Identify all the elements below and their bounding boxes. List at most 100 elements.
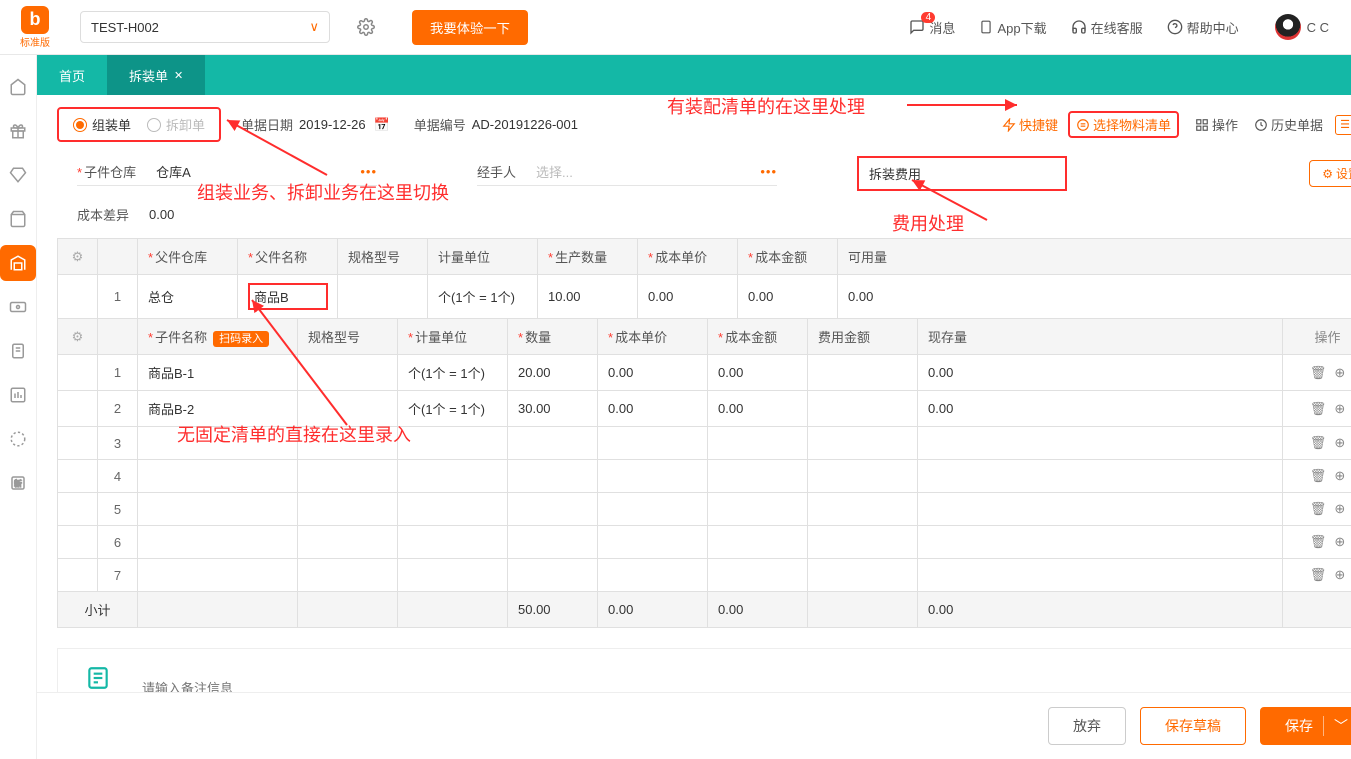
tab-strip: 首页 拆装单 ✕ ✕ (37, 55, 1351, 95)
scan-button[interactable]: 扫码录入 (213, 331, 269, 347)
headset-icon (1071, 19, 1087, 35)
copy-icon[interactable]: ⊕ (1334, 435, 1345, 450)
phone-icon (979, 19, 993, 35)
copy-icon[interactable]: ⊕ (1334, 365, 1345, 380)
user-menu[interactable]: C C (1275, 14, 1329, 40)
copy-icon[interactable]: ⊕ (1334, 567, 1345, 582)
experience-button[interactable]: 我要体验一下 (412, 10, 528, 45)
remark-block: 备注信息 (57, 648, 1351, 692)
avatar (1275, 14, 1301, 40)
nav-diamond-icon[interactable] (0, 157, 36, 193)
settings-icon[interactable] (350, 11, 382, 43)
radio-assemble[interactable]: 组装单 (73, 115, 131, 134)
table-row[interactable]: 1 商品B-1 个(1个 = 1个) 20.00 0.00 0.00 0.00 … (58, 355, 1351, 391)
messages-button[interactable]: 4 消息 (909, 18, 955, 37)
doc-type-radio-group: 组装单 拆卸单 (57, 107, 221, 142)
discard-button[interactable]: 放弃 (1048, 707, 1126, 745)
nav-gift-icon[interactable] (0, 113, 36, 149)
customer-service-button[interactable]: 在线客服 (1071, 18, 1143, 37)
footer: 放弃 保存草稿 保存 ﹀ (37, 692, 1351, 759)
svg-text:新: 新 (14, 478, 22, 488)
handler-field[interactable]: 经手人 选择... ••• (477, 162, 777, 186)
nav-money-icon[interactable] (0, 289, 36, 325)
gear-icon[interactable]: ⚙ (58, 319, 98, 355)
doc-date-value[interactable]: 2019-12-26 (299, 117, 366, 132)
history-icon (1254, 118, 1268, 132)
label-cost-diff: 成本差异 (77, 205, 129, 224)
nav-clipboard-icon[interactable] (0, 333, 36, 369)
history-button[interactable]: 历史单据 (1254, 115, 1323, 134)
delete-icon[interactable]: 🗑 (1310, 534, 1327, 549)
nav-sync-icon[interactable] (0, 421, 36, 457)
chevron-down-icon: ∨ (309, 19, 319, 35)
copy-icon[interactable]: ⊕ (1334, 501, 1345, 516)
table-row[interactable]: 1 总仓 商品B 个(1个 = 1个) 10.00 0.00 0.00 0.00 (58, 275, 1351, 319)
org-value: TEST-H002 (91, 20, 159, 35)
label-doc-no: 单据编号 (414, 115, 466, 134)
message-badge: 4 (921, 12, 935, 23)
table-row[interactable]: 5 🗑⊕ (58, 493, 1351, 526)
table-row[interactable]: 7 🗑⊕ (58, 559, 1351, 592)
child-table: ⚙ 子件名称扫码录入 规格型号 计量单位 数量 成本单价 成本金额 费用金额 现… (57, 318, 1351, 628)
grid-icon (1195, 118, 1209, 132)
chevron-down-icon[interactable]: ﹀ (1323, 716, 1348, 736)
table-row[interactable]: 3 🗑⊕ (58, 427, 1351, 460)
doc-no-value: AD-20191226-001 (472, 117, 578, 132)
logo[interactable]: b 标准版 (10, 6, 60, 49)
lightning-icon (1002, 118, 1016, 132)
tab-home[interactable]: 首页 (37, 55, 107, 95)
table-row[interactable]: 6 🗑⊕ (58, 526, 1351, 559)
delete-icon[interactable]: 🗑 (1310, 401, 1327, 416)
org-select[interactable]: TEST-H002 ∨ (80, 11, 330, 43)
child-wh-value: 仓库A (156, 162, 191, 181)
cost-diff-value: 0.00 (149, 207, 174, 222)
nav-home-icon[interactable] (0, 69, 36, 105)
more-icon[interactable]: ••• (360, 164, 377, 179)
gear-icon[interactable]: ⚙ (58, 239, 98, 275)
label-handler: 经手人 (477, 162, 516, 181)
delete-icon[interactable]: 🗑 (1310, 435, 1327, 450)
calendar-icon[interactable]: 📅 (374, 117, 390, 133)
quick-key-button[interactable]: 快捷键 (1002, 115, 1058, 134)
nav-new-icon[interactable]: 新 (0, 465, 36, 501)
label-doc-date: 单据日期 (241, 115, 293, 134)
help-center-button[interactable]: 帮助中心 (1167, 18, 1239, 37)
nav-bag-icon[interactable] (0, 201, 36, 237)
list-view-icon: ☰ (1336, 116, 1351, 134)
copy-icon[interactable]: ⊕ (1334, 468, 1345, 483)
view-toggle[interactable]: ☰ ▦ (1335, 115, 1351, 135)
subtotal-row: 小计 50.00 0.00 0.00 0.00 (58, 592, 1351, 628)
table-row[interactable]: 2 商品B-2 个(1个 = 1个) 30.00 0.00 0.00 0.00 … (58, 391, 1351, 427)
table-row[interactable]: 4 🗑⊕ (58, 460, 1351, 493)
handler-placeholder: 选择... (536, 162, 573, 181)
app-download-button[interactable]: App下载 (979, 18, 1046, 37)
delete-icon[interactable]: 🗑 (1310, 567, 1327, 582)
tab-assembly[interactable]: 拆装单 ✕ (107, 55, 205, 95)
save-draft-button[interactable]: 保存草稿 (1140, 707, 1246, 745)
parent-name-input[interactable]: 商品B (248, 283, 328, 310)
label-child-wh: 子件仓库 (77, 162, 136, 181)
nav-warehouse-icon[interactable] (0, 245, 36, 281)
save-button[interactable]: 保存 ﹀ (1260, 707, 1351, 745)
table-header-row: ⚙ 父件仓库 父件名称 规格型号 计量单位 生产数量 成本单价 成本金额 可用量 (58, 239, 1351, 275)
remark-icon: 备注信息 (74, 665, 122, 692)
table-header-row: ⚙ 子件名称扫码录入 规格型号 计量单位 数量 成本单价 成本金额 费用金额 现… (58, 319, 1351, 355)
settings-button[interactable]: ⚙设置 (1309, 160, 1351, 187)
delete-icon[interactable]: 🗑 (1310, 365, 1327, 380)
delete-icon[interactable]: 🗑 (1310, 501, 1327, 516)
nav-report-icon[interactable] (0, 377, 36, 413)
delete-icon[interactable]: 🗑 (1310, 468, 1327, 483)
more-icon[interactable]: ••• (760, 164, 777, 179)
radio-disassemble[interactable]: 拆卸单 (147, 115, 205, 134)
select-bom-button[interactable]: 选择物料清单 (1068, 111, 1179, 138)
operations-button[interactable]: 操作 (1195, 115, 1238, 134)
child-warehouse-field[interactable]: 子件仓库 仓库A ••• (77, 162, 377, 186)
top-bar: b 标准版 TEST-H002 ∨ 我要体验一下 4 消息 App下载 在线客服… (0, 0, 1351, 55)
side-nav: 新 (0, 55, 37, 759)
close-icon[interactable]: ✕ (174, 69, 183, 82)
list-icon (1076, 118, 1090, 132)
remark-input[interactable] (142, 681, 1351, 692)
copy-icon[interactable]: ⊕ (1334, 534, 1345, 549)
copy-icon[interactable]: ⊕ (1334, 401, 1345, 416)
fee-input[interactable]: 拆装费用 (857, 156, 1067, 191)
